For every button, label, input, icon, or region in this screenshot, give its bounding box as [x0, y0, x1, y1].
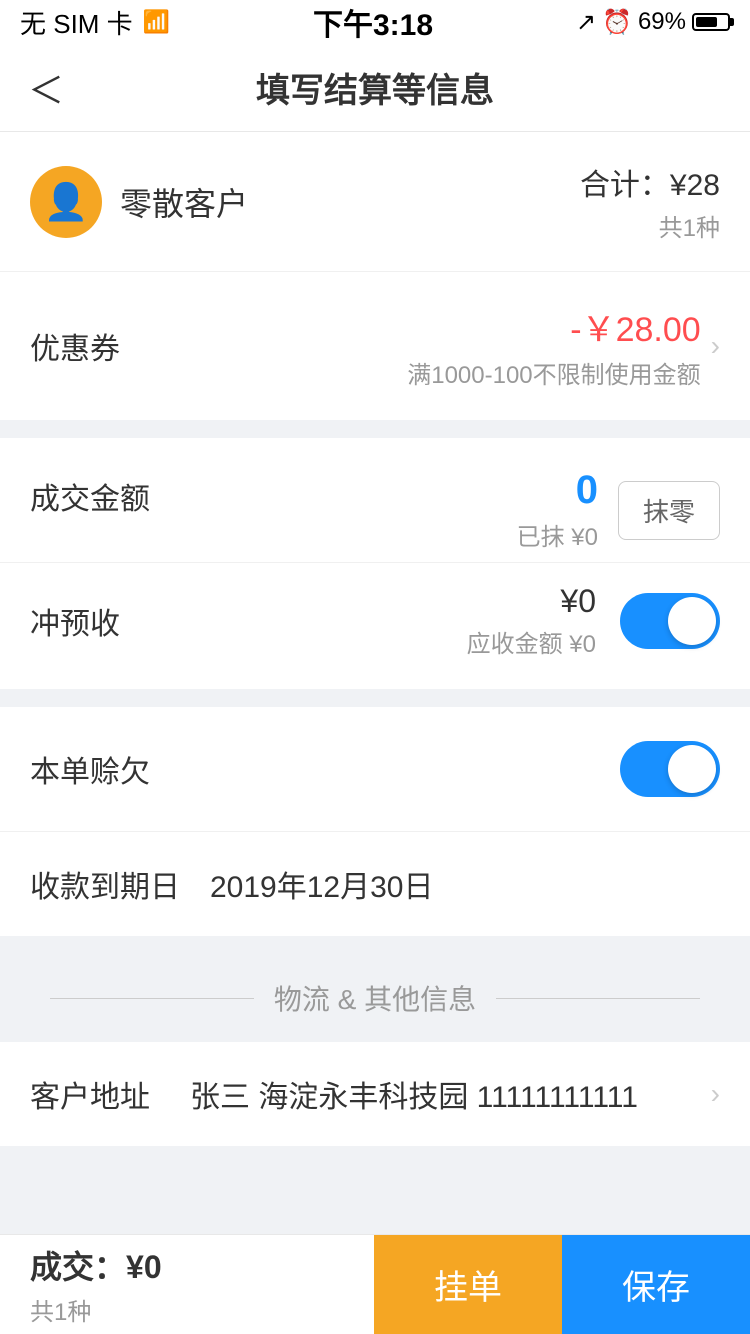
bottom-count: 共1种	[30, 1292, 344, 1327]
coupon-chevron-icon: ›	[711, 330, 720, 362]
debt-section: 本单赊欠 收款到期日 2019年12月30日	[0, 707, 750, 936]
customer-summary: 合计：¥28 共1种	[580, 160, 720, 243]
back-button[interactable]: ＜	[28, 62, 64, 114]
customer-section: 👤 零散客户 合计：¥28 共1种 优惠券 -￥28.00 满1000-100不…	[0, 132, 750, 420]
due-date-row: 收款到期日 2019年12月30日	[0, 831, 750, 936]
debt-row: 本单赊欠	[0, 707, 750, 831]
carrier-label: 无 SIM 卡	[20, 4, 133, 41]
coupon-info: -￥28.00 满1000-100不限制使用金额	[407, 302, 700, 390]
debt-label: 本单赊欠	[30, 747, 150, 791]
debt-toggle-knob	[668, 745, 716, 793]
customer-name: 零散客户	[120, 179, 248, 225]
bottom-info: 成交：¥0 共1种	[0, 1242, 374, 1327]
amount-right: 0 已抹 ¥0 抹零	[517, 468, 720, 552]
save-button[interactable]: 保存	[562, 1235, 750, 1334]
bottom-bar: 成交：¥0 共1种 挂单 保存	[0, 1234, 750, 1334]
amount-erased: 已抹 ¥0	[517, 517, 598, 552]
battery-fill	[696, 17, 717, 27]
address-section: 客户地址 张三 海淀永丰科技园 11111111111 ›	[0, 1042, 750, 1146]
bottom-deal-label: 成交：	[30, 1249, 126, 1285]
round-button[interactable]: 抹零	[618, 481, 720, 540]
amount-value-wrap: 0 已抹 ¥0	[517, 468, 598, 552]
customer-row: 👤 零散客户 合计：¥28 共1种	[0, 132, 750, 271]
logistics-label: 物流 & 其他信息	[274, 978, 476, 1018]
bottom-deal: 成交：¥0	[30, 1242, 344, 1288]
prepayment-label: 冲预收	[30, 599, 120, 643]
amount-value: 0	[517, 468, 598, 513]
status-left: 无 SIM 卡 📶	[20, 4, 170, 41]
due-date-value: 2019年12月30日	[210, 862, 433, 906]
coupon-row[interactable]: 优惠券 -￥28.00 满1000-100不限制使用金额 ›	[0, 271, 750, 420]
coupon-discount: -￥28.00	[407, 302, 700, 351]
debt-toggle[interactable]	[620, 741, 720, 797]
prepayment-row: 冲预收 ¥0 应收金额 ¥0	[0, 562, 750, 689]
hold-button[interactable]: 挂单	[374, 1235, 562, 1334]
address-value: 张三 海淀永丰科技园 11111111111	[190, 1072, 701, 1116]
prepayment-amount: ¥0	[467, 583, 596, 620]
logistics-header: 物流 & 其他信息	[0, 954, 750, 1042]
amount-row: 成交金额 0 已抹 ¥0 抹零	[0, 438, 750, 562]
toggle-knob	[668, 597, 716, 645]
avatar-icon: 👤	[44, 181, 89, 223]
battery-percent: 69%	[638, 8, 686, 36]
address-key-label: 客户地址	[30, 1072, 150, 1116]
nav-bar: ＜ 填写结算等信息	[0, 44, 750, 132]
status-right: ↗ ⏰ 69%	[576, 8, 730, 37]
bottom-deal-amount: ¥0	[126, 1249, 162, 1285]
status-time: 下午3:18	[313, 0, 433, 44]
customer-total: 合计：¥28	[580, 160, 720, 204]
coupon-description: 满1000-100不限制使用金额	[407, 355, 700, 390]
alarm-icon: ⏰	[602, 8, 632, 37]
address-chevron-icon: ›	[711, 1078, 720, 1110]
prepayment-receivable: 应收金额 ¥0	[467, 624, 596, 659]
prepayment-amount-wrap: ¥0 应收金额 ¥0	[467, 583, 596, 659]
due-date-label: 收款到期日	[30, 862, 180, 906]
transaction-section: 成交金额 0 已抹 ¥0 抹零 冲预收 ¥0 应收金额 ¥0	[0, 438, 750, 689]
battery-icon	[692, 13, 730, 31]
coupon-right: -￥28.00 满1000-100不限制使用金额 ›	[407, 302, 720, 390]
prepayment-toggle[interactable]	[620, 593, 720, 649]
location-icon: ↗	[576, 8, 596, 37]
customer-count: 共1种	[580, 208, 720, 243]
customer-info-left: 👤 零散客户	[30, 166, 248, 238]
prepayment-right: ¥0 应收金额 ¥0	[467, 583, 720, 659]
address-row[interactable]: 客户地址 张三 海淀永丰科技园 11111111111 ›	[0, 1042, 750, 1146]
status-bar: 无 SIM 卡 📶 下午3:18 ↗ ⏰ 69%	[0, 0, 750, 44]
wifi-icon: 📶	[143, 9, 170, 35]
amount-label: 成交金额	[30, 468, 150, 518]
coupon-label: 优惠券	[30, 324, 120, 368]
customer-avatar: 👤	[30, 166, 102, 238]
page-title: 填写结算等信息	[256, 63, 494, 112]
